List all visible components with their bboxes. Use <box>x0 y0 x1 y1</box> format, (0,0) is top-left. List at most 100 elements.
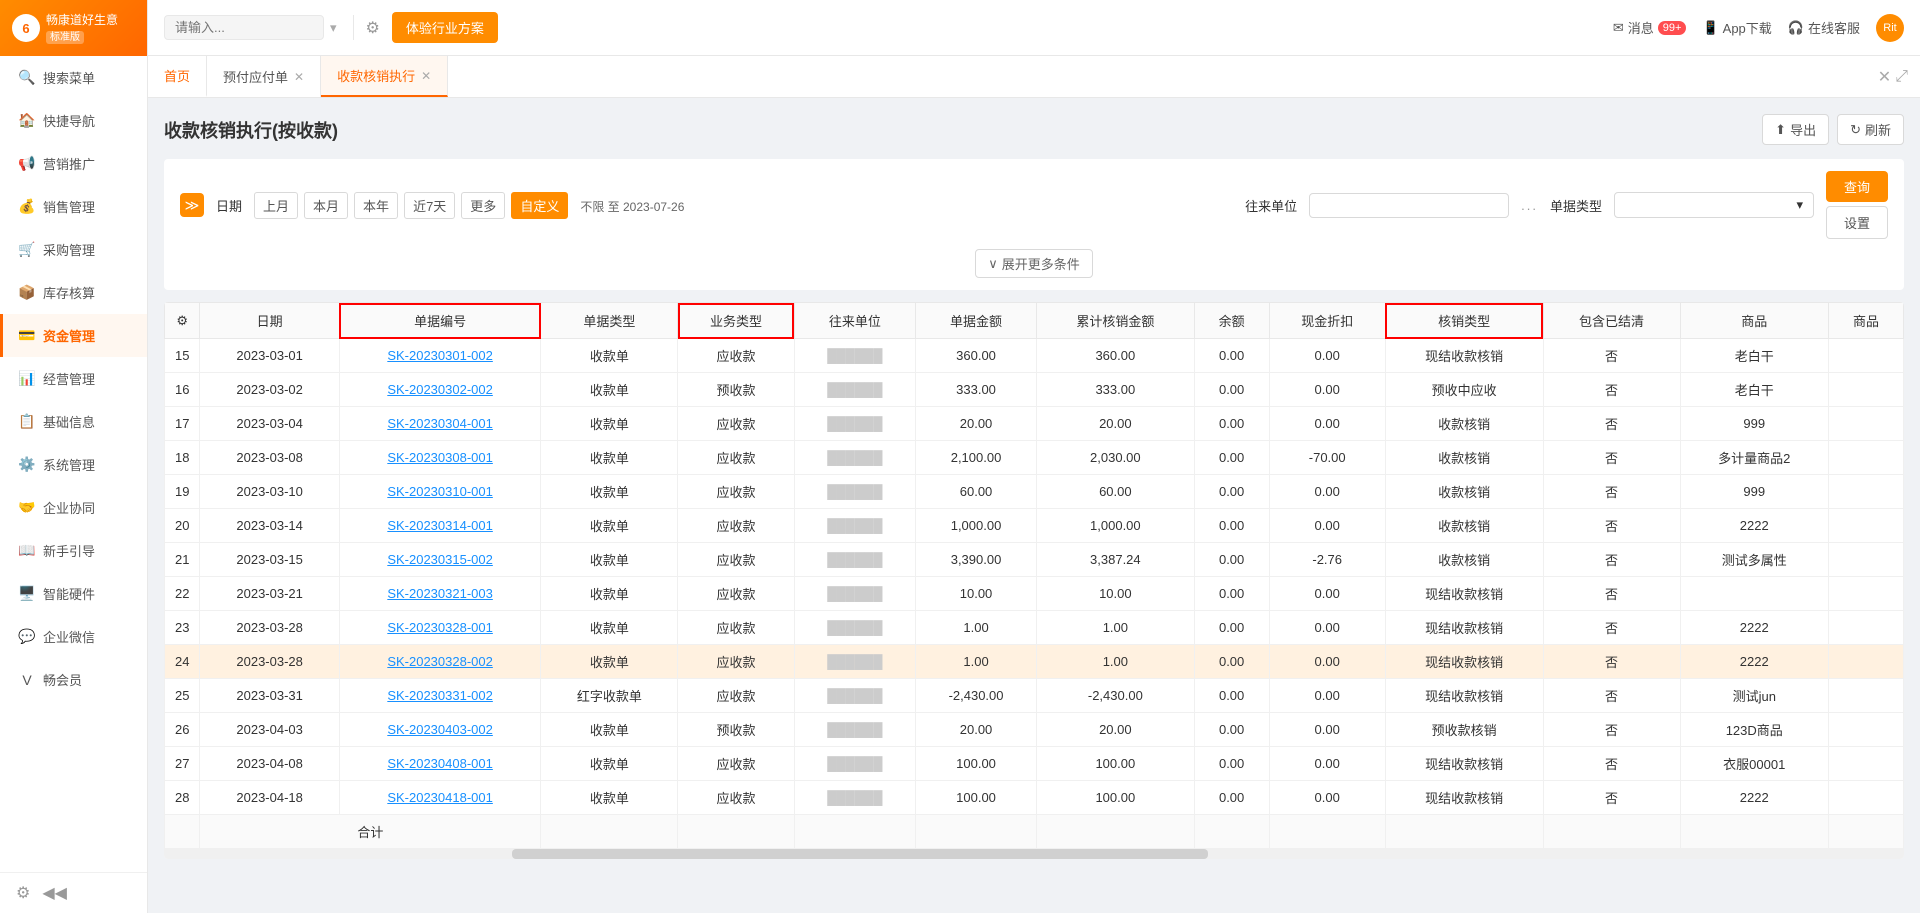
tab-home[interactable]: 首页 <box>148 56 207 97</box>
sidebar-item-sales[interactable]: 💰 销售管理 <box>0 185 147 228</box>
sidebar: 6 畅康道好生意 标准版 🔍 搜索菜单 🏠 快捷导航 📢 营销推广 💰 销售管理… <box>0 0 148 913</box>
table-row: 21 2023-03-15 SK-20230315-002 收款单 应收款 ██… <box>165 543 1904 577</box>
doc-type-select[interactable]: ▾ <box>1614 192 1814 218</box>
settings-icon[interactable]: ⚙ <box>16 883 30 903</box>
tab-expand-icon[interactable]: ⤢ <box>1895 68 1908 86</box>
sidebar-item-finance[interactable]: 💳 资金管理 <box>0 314 147 357</box>
sidebar-item-marketing[interactable]: 📢 营销推广 <box>0 142 147 185</box>
table-row: 28 2023-04-18 SK-20230418-001 收款单 应收款 ██… <box>165 781 1904 815</box>
collapse-icon[interactable]: ◀◀ <box>42 883 67 903</box>
col-header-product: 商品 <box>1680 303 1828 339</box>
logo-icon: 6 <box>12 14 40 42</box>
query-button[interactable]: 查询 <box>1826 171 1888 202</box>
col-header-written-off: 累计核销金额 <box>1037 303 1195 339</box>
tab-close-all-icon[interactable]: ✕ <box>1878 67 1891 87</box>
doc-no-link[interactable]: SK-20230328-001 <box>387 620 493 635</box>
export-button[interactable]: ⬆ 导出 <box>1762 114 1829 145</box>
table-row: 23 2023-03-28 SK-20230328-001 收款单 应收款 ██… <box>165 611 1904 645</box>
refresh-button[interactable]: ↻ 刷新 <box>1837 114 1904 145</box>
table-row: 25 2023-03-31 SK-20230331-002 红字收款单 应收款 … <box>165 679 1904 713</box>
hardware-icon: 🖥️ <box>19 586 35 602</box>
sidebar-item-search[interactable]: 🔍 搜索菜单 <box>0 56 147 99</box>
sidebar-item-purchase[interactable]: 🛒 采购管理 <box>0 228 147 271</box>
table-row: 24 2023-03-28 SK-20230328-002 收款单 应收款 ██… <box>165 645 1904 679</box>
tab-actions: ✕ ⤢ <box>1866 56 1920 97</box>
sidebar-item-enterprise[interactable]: 🤝 企业协同 <box>0 486 147 529</box>
tab-writeoff[interactable]: 收款核销执行 ✕ <box>321 56 448 97</box>
sidebar-item-guide[interactable]: 📖 新手引导 <box>0 529 147 572</box>
sidebar-item-system[interactable]: ⚙️ 系统管理 <box>0 443 147 486</box>
topbar-right: ✉ 消息 99+ 📱 App下载 🎧 在线客服 Rit <box>1613 14 1904 42</box>
sidebar-item-operation[interactable]: 📊 经营管理 <box>0 357 147 400</box>
user-avatar[interactable]: Rit <box>1876 14 1904 42</box>
doc-no-link[interactable]: SK-20230314-001 <box>387 518 493 533</box>
col-header-settings[interactable]: ⚙ <box>165 303 200 339</box>
doc-no-link[interactable]: SK-20230408-001 <box>387 756 493 771</box>
table-row: 19 2023-03-10 SK-20230310-001 收款单 应收款 ██… <box>165 475 1904 509</box>
more-date-button[interactable]: 更多 <box>461 192 505 219</box>
col-header-verify-type: 核销类型 <box>1385 303 1543 339</box>
doc-no-link[interactable]: SK-20230304-001 <box>387 416 493 431</box>
sidebar-footer: ⚙ ◀◀ <box>0 872 147 913</box>
doc-type-filter-label: 单据类型 <box>1550 196 1602 215</box>
sidebar-item-member[interactable]: V 畅会员 <box>0 658 147 701</box>
sidebar-item-inventory[interactable]: 📦 库存核算 <box>0 271 147 314</box>
writeoff-tab-close-icon[interactable]: ✕ <box>421 69 431 83</box>
date-filter-label: 日期 <box>216 196 242 215</box>
doc-no-link[interactable]: SK-20230403-002 <box>387 722 493 737</box>
tab-prepay[interactable]: 预付应付单 ✕ <box>207 56 321 97</box>
system-icon: ⚙️ <box>19 457 35 473</box>
inventory-icon: 📦 <box>19 285 35 301</box>
table-row: 22 2023-03-21 SK-20230321-003 收款单 应收款 ██… <box>165 577 1904 611</box>
table-row: 27 2023-04-08 SK-20230408-001 收款单 应收款 ██… <box>165 747 1904 781</box>
date-quick-buttons: 上月 本月 本年 近7天 更多 自定义 <box>254 192 568 219</box>
phone-icon: 📱 <box>1702 20 1718 36</box>
doc-no-link[interactable]: SK-20230418-001 <box>387 790 493 805</box>
topbar: ▾ ⚙ 体验行业方案 ✉ 消息 99+ 📱 App下载 🎧 在线客服 Rit <box>148 0 1920 56</box>
page-header: 收款核销执行(按收款) ⬆ 导出 ↻ 刷新 <box>164 114 1904 145</box>
partner-filter-input[interactable] <box>1309 193 1509 218</box>
settings-button[interactable]: 设置 <box>1826 206 1888 239</box>
online-service-item[interactable]: 🎧 在线客服 <box>1788 18 1860 37</box>
messages-item[interactable]: ✉ 消息 99+ <box>1613 18 1687 37</box>
doc-no-link[interactable]: SK-20230331-002 <box>387 688 493 703</box>
doc-no-link[interactable]: SK-20230315-002 <box>387 552 493 567</box>
custom-date-button[interactable]: 自定义 <box>511 192 568 219</box>
doc-no-link[interactable]: SK-20230301-002 <box>387 348 493 363</box>
sidebar-item-wechat[interactable]: 💬 企业微信 <box>0 615 147 658</box>
home-tab-label: 首页 <box>164 66 190 85</box>
prepay-tab-close-icon[interactable]: ✕ <box>294 70 304 84</box>
enterprise-icon: 🤝 <box>19 500 35 516</box>
total-label: 合计 <box>200 815 541 849</box>
sales-icon: 💰 <box>19 199 35 215</box>
topbar-gear-icon[interactable]: ⚙ <box>366 18 380 38</box>
industry-solution-button[interactable]: 体验行业方案 <box>392 12 498 43</box>
col-header-balance: 余额 <box>1194 303 1269 339</box>
marketing-icon: 📢 <box>19 156 35 172</box>
doc-no-link[interactable]: SK-20230328-002 <box>387 654 493 669</box>
this-month-button[interactable]: 本月 <box>304 192 348 219</box>
filter-dots: ... <box>1521 198 1538 213</box>
total-row: 合计 <box>165 815 1904 849</box>
sidebar-item-hardware[interactable]: 🖥️ 智能硬件 <box>0 572 147 615</box>
expand-more-conditions-button[interactable]: ∨ 展开更多条件 <box>975 249 1093 278</box>
topbar-search-input[interactable] <box>164 15 324 40</box>
refresh-icon: ↻ <box>1850 122 1861 138</box>
filter-row-2: ∨ 展开更多条件 <box>180 249 1888 278</box>
writeoff-tab-label: 收款核销执行 <box>337 66 415 85</box>
sidebar-item-basic[interactable]: 📋 基础信息 <box>0 400 147 443</box>
doc-no-link[interactable]: SK-20230310-001 <box>387 484 493 499</box>
doc-no-link[interactable]: SK-20230302-002 <box>387 382 493 397</box>
app-download-item[interactable]: 📱 App下载 <box>1702 18 1771 37</box>
doc-no-link[interactable]: SK-20230321-003 <box>387 586 493 601</box>
sidebar-item-quick-nav[interactable]: 🏠 快捷导航 <box>0 99 147 142</box>
doc-no-link[interactable]: SK-20230308-001 <box>387 450 493 465</box>
last-7-days-button[interactable]: 近7天 <box>404 192 455 219</box>
message-icon: ✉ <box>1613 20 1624 36</box>
basic-icon: 📋 <box>19 414 35 430</box>
col-header-include-settled: 包含已结清 <box>1543 303 1680 339</box>
last-month-button[interactable]: 上月 <box>254 192 298 219</box>
this-year-button[interactable]: 本年 <box>354 192 398 219</box>
guide-icon: 📖 <box>19 543 35 559</box>
filter-toggle-button[interactable]: ≫ <box>180 193 204 217</box>
